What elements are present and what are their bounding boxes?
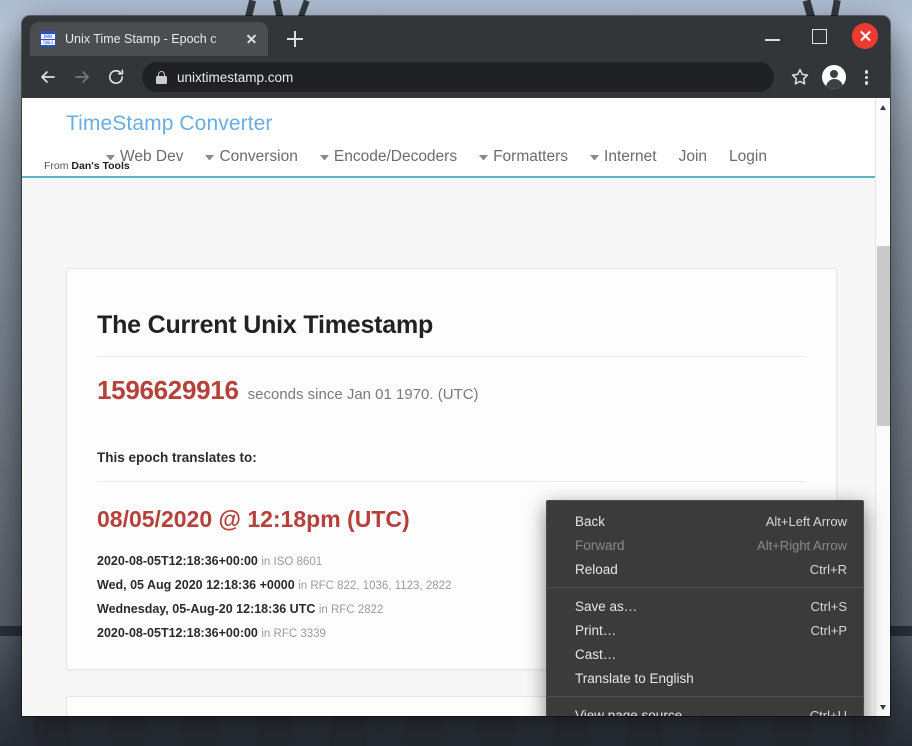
nav-label: Conversion	[219, 148, 298, 166]
chevron-down-icon	[590, 154, 600, 160]
address-bar[interactable]: unixtimestamp.com	[142, 62, 774, 93]
menu-item-accelerator: Ctrl+S	[810, 598, 847, 614]
divider	[97, 356, 806, 358]
format-value: 2020-08-05T12:18:36+00:00	[97, 554, 258, 569]
scroll-down-icon[interactable]	[876, 700, 890, 714]
epoch-value[interactable]: 1596629916	[97, 375, 239, 406]
menu-item-accelerator: Ctrl+P	[810, 622, 847, 638]
format-standard: in ISO 8601	[261, 556, 323, 569]
translates-label: This epoch translates to:	[97, 450, 257, 466]
browser-window: DANS TOOLS Unix Time Stamp - Epoch c uni…	[22, 16, 890, 716]
minimize-icon[interactable]	[760, 23, 786, 49]
menu-item-label: Forward	[575, 537, 625, 553]
nav-item-conversion[interactable]: Conversion	[205, 148, 298, 166]
ad-space	[22, 178, 875, 268]
menu-item-label: Back	[575, 513, 606, 529]
url-text: unixtimestamp.com	[177, 69, 294, 85]
reload-icon	[100, 61, 132, 93]
context-menu-item-view-page-source[interactable]: View page source Ctrl+U	[547, 703, 863, 716]
nav-item-login[interactable]: Login	[729, 148, 767, 166]
arrow-left-icon	[32, 61, 64, 93]
site-logo[interactable]: TimeStamp Converter	[22, 112, 875, 136]
page-viewport: TimeStamp Converter From Dan's Tools Web…	[22, 98, 890, 716]
menu-item-accelerator: Ctrl+U	[809, 707, 847, 716]
tab-title: Unix Time Stamp - Epoch c	[65, 32, 217, 46]
reload-button[interactable]	[100, 61, 132, 93]
page-title: The Current Unix Timestamp	[97, 311, 434, 340]
menu-item-accelerator: Ctrl+R	[809, 561, 847, 577]
star-icon	[784, 61, 816, 93]
format-standard: in RFC 822, 1036, 1123, 2822	[298, 580, 452, 593]
new-tab-icon[interactable]	[280, 24, 310, 54]
menu-item-label: Translate to English	[575, 670, 694, 686]
context-menu-item-cast[interactable]: Cast…	[547, 642, 863, 666]
site-nav: From Dan's Tools Web Dev Conversion Enco…	[22, 136, 875, 176]
nav-items: Web Dev Conversion Encode/Decoders Forma…	[106, 148, 767, 166]
nav-label: Login	[729, 148, 767, 166]
browser-tab[interactable]: DANS TOOLS Unix Time Stamp - Epoch c	[30, 22, 268, 56]
format-standard: in RFC 2822	[318, 604, 384, 617]
close-tab-icon[interactable]	[242, 30, 260, 48]
nav-item-encode-decoders[interactable]: Encode/Decoders	[319, 148, 458, 166]
browser-toolbar: unixtimestamp.com	[22, 56, 890, 99]
scroll-up-icon[interactable]	[876, 100, 890, 114]
nav-item-formatters[interactable]: Formatters	[479, 148, 568, 166]
dans-tools-favicon: DANS TOOLS	[40, 31, 56, 47]
menu-item-label: Cast…	[575, 646, 617, 662]
bookmark-star-button[interactable]	[784, 61, 816, 93]
epoch-suffix: seconds since Jan 01 1970. (UTC)	[247, 386, 479, 404]
menu-separator	[547, 587, 863, 589]
divider	[97, 481, 806, 483]
nav-label: Encode/Decoders	[333, 148, 458, 166]
chevron-down-icon	[106, 154, 115, 160]
nav-item-internet[interactable]: Internet	[590, 148, 657, 166]
context-menu-item-back[interactable]: Back Alt+Left Arrow	[547, 509, 863, 533]
lock-icon	[156, 70, 167, 84]
context-menu-item-print[interactable]: Print… Ctrl+P	[547, 618, 863, 642]
scroll-thumb[interactable]	[877, 246, 890, 427]
brand-prefix: From	[44, 160, 69, 173]
nav-item-join[interactable]: Join	[679, 148, 707, 166]
maximize-icon[interactable]	[806, 23, 832, 49]
context-menu: Back Alt+Left Arrow Forward Alt+Right Ar…	[546, 500, 864, 716]
menu-item-accelerator: Alt+Right Arrow	[757, 537, 847, 553]
brand-name[interactable]: Dan's Tools	[71, 160, 129, 172]
favicon-line-1: DANS	[41, 34, 55, 39]
desktop-wallpaper: DANS TOOLS Unix Time Stamp - Epoch c uni…	[0, 0, 912, 746]
site-header: TimeStamp Converter From Dan's Tools Web…	[22, 98, 875, 179]
chrome-menu-icon[interactable]	[854, 61, 880, 93]
format-value: Wed, 05 Aug 2020 12:18:36 +0000	[97, 578, 295, 593]
menu-item-label: View page source	[575, 707, 683, 716]
context-menu-item-save-as[interactable]: Save as… Ctrl+S	[547, 594, 863, 618]
menu-separator	[547, 696, 863, 698]
context-menu-item-forward: Forward Alt+Right Arrow	[547, 533, 863, 557]
brand-line: From Dan's Tools	[44, 160, 130, 172]
nav-label: Internet	[604, 148, 657, 166]
tab-strip: DANS TOOLS Unix Time Stamp - Epoch c	[22, 16, 890, 56]
context-menu-item-translate[interactable]: Translate to English	[547, 666, 863, 690]
profile-avatar[interactable]	[822, 65, 846, 90]
menu-item-accelerator: Alt+Left Arrow	[765, 513, 847, 529]
chevron-down-icon	[319, 154, 329, 160]
chevron-down-icon	[479, 154, 489, 160]
format-value: Wednesday, 05-Aug-20 12:18:36 UTC	[97, 602, 316, 617]
format-standard: in RFC 3339	[261, 628, 326, 641]
favicon-line-2: TOOLS	[41, 40, 55, 45]
forward-button[interactable]	[66, 61, 98, 93]
menu-item-label: Save as…	[575, 598, 638, 614]
format-value: 2020-08-05T12:18:36+00:00	[97, 626, 258, 641]
back-button[interactable]	[32, 61, 64, 93]
context-menu-item-reload[interactable]: Reload Ctrl+R	[547, 557, 863, 581]
window-controls	[760, 16, 890, 56]
current-epoch-line: 1596629916 seconds since Jan 01 1970. (U…	[97, 375, 806, 412]
menu-item-label: Print…	[575, 622, 617, 638]
close-window-icon[interactable]	[852, 23, 878, 49]
menu-item-label: Reload	[575, 561, 618, 577]
page-scrollbar[interactable]	[875, 98, 890, 716]
nav-label: Formatters	[493, 148, 569, 166]
nav-label: Join	[678, 148, 708, 166]
chevron-down-icon	[205, 154, 215, 160]
arrow-right-icon	[66, 61, 98, 93]
